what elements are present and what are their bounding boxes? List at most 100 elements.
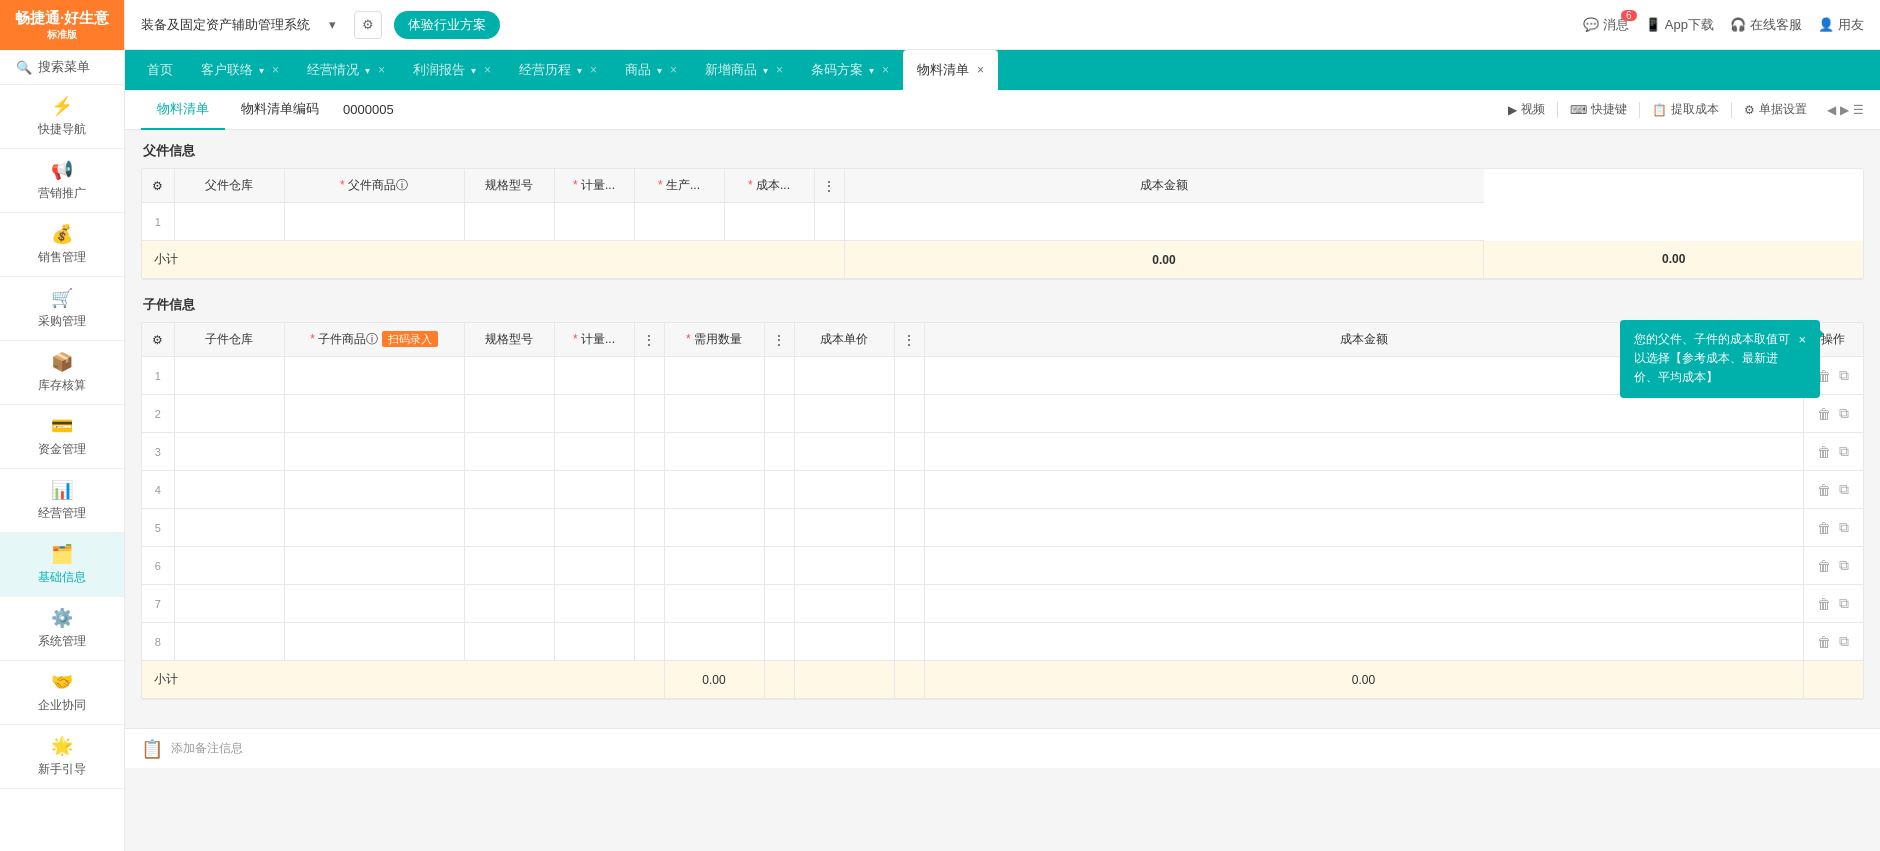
child-spec-cell[interactable] [464,585,554,623]
sidebar-item-enterprise[interactable]: 🤝 企业协同 [0,661,124,725]
sidebar-item-operations[interactable]: 📊 经营管理 [0,469,124,533]
child-spec-cell[interactable] [464,471,554,509]
sidebar-item-quick-nav[interactable]: ⚡ 快捷导航 [0,85,124,149]
child-product-cell[interactable] [284,623,464,661]
child-qty-cell[interactable] [664,395,764,433]
parent-product-cell[interactable] [284,203,464,241]
child-unit-price-cell[interactable] [794,433,894,471]
delete-icon[interactable]: 🗑 [1817,406,1831,422]
child-product-cell[interactable] [284,433,464,471]
nav-tab-goods[interactable]: 商品 ▾ × [611,50,691,90]
extract-cost-button[interactable]: 📋 提取成本 [1652,101,1719,118]
app-download-button[interactable]: 📱 App下载 [1645,16,1714,34]
nav-tab-home[interactable]: 首页 [133,50,187,90]
sidebar-item-marketing[interactable]: 📢 营销推广 [0,149,124,213]
delete-icon[interactable]: 🗑 [1817,596,1831,612]
child-warehouse-cell[interactable] [174,585,284,623]
child-warehouse-cell[interactable] [174,623,284,661]
system-title-dropdown[interactable]: ▾ [322,15,342,35]
video-button[interactable]: ▶ 视频 [1508,101,1545,118]
online-service-button[interactable]: 🎧 在线客服 [1730,16,1802,34]
sidebar-item-system[interactable]: ⚙️ 系统管理 [0,597,124,661]
child-product-cell[interactable] [284,357,464,395]
child-qty-cell[interactable] [664,509,764,547]
nav-tab-barcode[interactable]: 条码方案 ▾ × [797,50,903,90]
child-unit-cell[interactable] [554,547,634,585]
delete-icon[interactable]: 🗑 [1817,444,1831,460]
child-product-cell[interactable] [284,509,464,547]
copy-icon[interactable]: ⧉ [1839,405,1849,422]
scan-button[interactable]: 扫码录入 [382,331,438,347]
nav-tab-new-goods[interactable]: 新增商品 ▾ × [691,50,797,90]
doc-settings-button[interactable]: ⚙ 单据设置 [1744,101,1807,118]
child-qty-cell[interactable] [664,585,764,623]
sub-tab-bom-code[interactable]: 物料清单编码 [225,90,335,130]
user-menu[interactable]: 👤 用友 [1818,16,1864,34]
copy-icon[interactable]: ⧉ [1839,519,1849,536]
child-unit-cell[interactable] [554,509,634,547]
prev-icon[interactable]: ◀ [1827,103,1836,117]
child-spec-cell[interactable] [464,509,554,547]
copy-icon[interactable]: ⧉ [1839,595,1849,612]
child-warehouse-cell[interactable] [174,547,284,585]
child-warehouse-cell[interactable] [174,433,284,471]
child-product-cell[interactable] [284,585,464,623]
copy-icon[interactable]: ⧉ [1839,443,1849,460]
th-child-settings[interactable]: ⚙ [142,323,174,357]
child-product-cell[interactable] [284,547,464,585]
child-unit-cell[interactable] [554,357,634,395]
child-unit-price-cell[interactable] [794,623,894,661]
child-unit-price-cell[interactable] [794,471,894,509]
trial-button[interactable]: 体验行业方案 [394,11,500,39]
sidebar-item-finance[interactable]: 💳 资金管理 [0,405,124,469]
child-qty-cell[interactable] [664,547,764,585]
close-icon[interactable]: × [776,63,783,77]
copy-icon[interactable]: ⧉ [1839,633,1849,650]
next-icon[interactable]: ▶ [1840,103,1849,117]
child-product-cell[interactable] [284,395,464,433]
shortcut-button[interactable]: ⌨ 快捷键 [1570,101,1627,118]
sidebar-item-sales[interactable]: 💰 销售管理 [0,213,124,277]
child-spec-cell[interactable] [464,433,554,471]
child-unit-cell[interactable] [554,585,634,623]
note-icon[interactable]: 📋 [141,738,163,760]
child-qty-cell[interactable] [664,623,764,661]
parent-cost-cell[interactable] [724,203,814,241]
copy-icon[interactable]: ⧉ [1839,367,1849,384]
tooltip-close-button[interactable]: × [1798,330,1806,351]
child-warehouse-cell[interactable] [174,395,284,433]
sidebar-item-purchase[interactable]: 🛒 采购管理 [0,277,124,341]
bottom-placeholder[interactable]: 添加备注信息 [171,740,243,757]
child-qty-cell[interactable] [664,433,764,471]
nav-tab-bom[interactable]: 物料清单 × [903,50,998,90]
child-unit-price-cell[interactable] [794,585,894,623]
sub-tab-bom[interactable]: 物料清单 [141,90,225,130]
parent-unit-cell[interactable] [554,203,634,241]
child-qty-cell[interactable] [664,357,764,395]
child-spec-cell[interactable] [464,547,554,585]
nav-tab-operations[interactable]: 经营情况 ▾ × [293,50,399,90]
child-spec-cell[interactable] [464,395,554,433]
parent-spec-cell[interactable] [464,203,554,241]
close-icon[interactable]: × [272,63,279,77]
child-spec-cell[interactable] [464,357,554,395]
sidebar-item-search[interactable]: 🔍 搜索菜单 [0,50,124,85]
child-product-cell[interactable] [284,471,464,509]
child-warehouse-cell[interactable] [174,509,284,547]
child-qty-cell[interactable] [664,471,764,509]
parent-prod-cell[interactable] [634,203,724,241]
settings-button[interactable]: ⚙ [354,11,382,39]
child-unit-cell[interactable] [554,471,634,509]
child-unit-price-cell[interactable] [794,395,894,433]
copy-icon[interactable]: ⧉ [1839,557,1849,574]
nav-tab-profit[interactable]: 利润报告 ▾ × [399,50,505,90]
child-unit-cell[interactable] [554,395,634,433]
close-icon[interactable]: × [484,63,491,77]
close-icon[interactable]: × [378,63,385,77]
nav-tab-history[interactable]: 经营历程 ▾ × [505,50,611,90]
sidebar-item-basic-info[interactable]: 🗂️ 基础信息 [0,533,124,597]
close-icon[interactable]: × [882,63,889,77]
child-unit-cell[interactable] [554,623,634,661]
child-unit-cell[interactable] [554,433,634,471]
delete-icon[interactable]: 🗑 [1817,482,1831,498]
